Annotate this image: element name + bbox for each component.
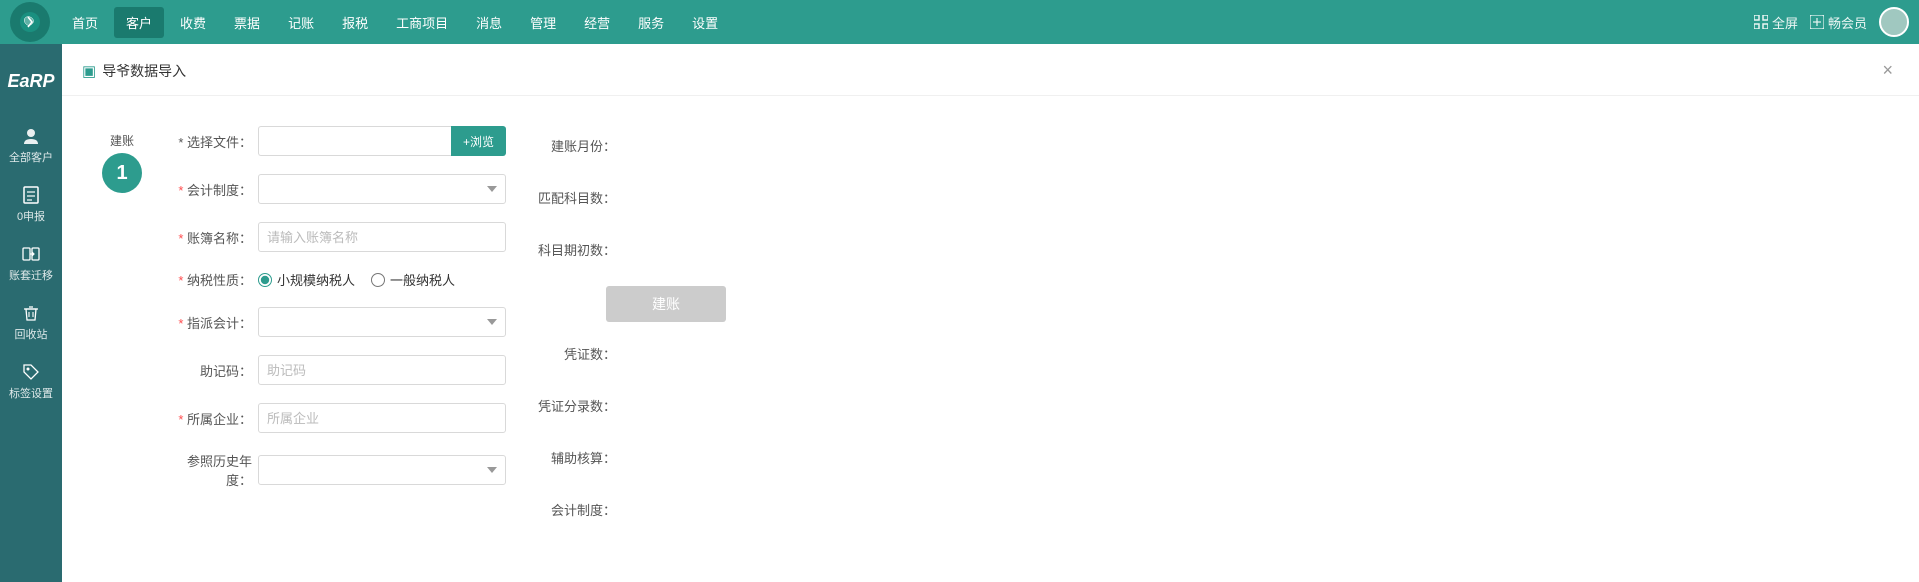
match-value bbox=[622, 182, 806, 212]
top-nav: 首页 客户 收费 票据 记账 报税 工商项目 消息 管理 经营 服务 设置 全屏… bbox=[0, 0, 1919, 44]
history-year-label: 参照历史年度： bbox=[162, 451, 252, 489]
dialog-title-text: 导爷数据导入 bbox=[102, 61, 186, 81]
sidebar: EaRP 全部客户 0申报 账套迁移 bbox=[0, 44, 62, 582]
accounting-value bbox=[622, 494, 806, 524]
member-label: 畅会员 bbox=[1828, 13, 1867, 32]
file-label: * 选择文件： bbox=[162, 132, 252, 151]
voucher-value bbox=[622, 338, 806, 368]
dialog-title-icon: ▣ bbox=[82, 62, 96, 80]
memo-input[interactable] bbox=[258, 355, 506, 385]
company-row: 所属企业： bbox=[162, 403, 506, 433]
voucher-entries-label: 凭证分录数： bbox=[526, 396, 616, 415]
memo-label: 助记码： bbox=[162, 361, 252, 380]
nav-item-message[interactable]: 消息 bbox=[464, 7, 514, 38]
accountant-row: 指派会计： bbox=[162, 307, 506, 337]
accounting-system-row: 会计制度： bbox=[162, 174, 506, 204]
sidebar-item-all-clients[interactable]: 全部客户 bbox=[0, 118, 62, 173]
tax-small-text: 小规模纳税人 bbox=[277, 270, 355, 289]
nav-item-clients[interactable]: 客户 bbox=[114, 7, 164, 38]
accountant-label: 指派会计： bbox=[162, 313, 252, 332]
sidebar-item-tag-settings[interactable]: 标签设置 bbox=[0, 354, 62, 409]
history-year-row: 参照历史年度： bbox=[162, 451, 506, 489]
initial-label: 科目期初数： bbox=[526, 240, 616, 259]
tax-general-text: 一般纳税人 bbox=[390, 270, 455, 289]
tax-small-radio[interactable] bbox=[258, 273, 272, 287]
nav-item-settings[interactable]: 设置 bbox=[680, 7, 730, 38]
file-input[interactable] bbox=[258, 126, 451, 156]
tax-small-label[interactable]: 小规模纳税人 bbox=[258, 270, 355, 289]
company-input[interactable] bbox=[258, 403, 506, 433]
match-label: 匹配科目数： bbox=[526, 188, 616, 207]
month-row: 建账月份： bbox=[526, 130, 806, 160]
aux-value bbox=[622, 442, 806, 472]
voucher-label: 凭证数： bbox=[526, 344, 616, 363]
accounting-label: 会计制度： bbox=[526, 500, 616, 519]
build-button[interactable]: 建账 bbox=[606, 286, 726, 322]
month-value bbox=[622, 130, 806, 160]
user-avatar[interactable] bbox=[1879, 7, 1909, 37]
ledger-name-label: 账簿名称： bbox=[162, 228, 252, 247]
aux-label: 辅助核算： bbox=[526, 448, 616, 467]
month-label: 建账月份： bbox=[526, 136, 616, 155]
dialog-header: ▣ 导爷数据导入 × bbox=[62, 44, 1919, 96]
memo-row: 助记码： bbox=[162, 355, 506, 385]
nav-items: 首页 客户 收费 票据 记账 报税 工商项目 消息 管理 经营 服务 设置 bbox=[60, 7, 1754, 38]
fullscreen-button[interactable]: 全屏 bbox=[1754, 13, 1798, 32]
step-label: 建账 bbox=[110, 132, 134, 149]
member-button[interactable]: 畅会员 bbox=[1810, 13, 1867, 32]
app-logo[interactable] bbox=[10, 2, 50, 42]
ledger-name-input[interactable] bbox=[258, 222, 506, 252]
accounting-system-select[interactable] bbox=[258, 174, 506, 204]
fullscreen-label: 全屏 bbox=[1772, 13, 1798, 32]
nav-item-home[interactable]: 首页 bbox=[60, 7, 110, 38]
nav-item-service[interactable]: 服务 bbox=[626, 7, 676, 38]
tax-general-label[interactable]: 一般纳税人 bbox=[371, 270, 455, 289]
nav-item-operations[interactable]: 经营 bbox=[572, 7, 622, 38]
initial-row: 科目期初数： bbox=[526, 234, 806, 264]
nav-item-tax[interactable]: 报税 bbox=[330, 7, 380, 38]
match-row: 匹配科目数： bbox=[526, 182, 806, 212]
file-input-group: +浏览 bbox=[258, 126, 506, 156]
ledger-name-row: 账簿名称： bbox=[162, 222, 506, 252]
tax-type-radio-group: 小规模纳税人 一般纳税人 bbox=[258, 270, 506, 289]
history-year-select[interactable] bbox=[258, 455, 506, 485]
tax-type-label: 纳税性质： bbox=[162, 270, 252, 289]
nav-item-bookkeeping[interactable]: 记账 bbox=[276, 7, 326, 38]
voucher-entries-row: 凭证分录数： bbox=[526, 390, 806, 420]
sidebar-item-migrate[interactable]: 账套迁移 bbox=[0, 236, 62, 291]
info-section: 建账月份： 匹配科目数： 科目期初数： 建账 凭证数： bbox=[526, 126, 806, 546]
sidebar-item-trash-label: 回收站 bbox=[15, 326, 48, 342]
file-row: * 选择文件： +浏览 bbox=[162, 126, 506, 156]
voucher-row: 凭证数： bbox=[526, 338, 806, 368]
aux-row: 辅助核算： bbox=[526, 442, 806, 472]
accounting-row: 会计制度： bbox=[526, 494, 806, 524]
nav-right: 全屏 畅会员 bbox=[1754, 7, 1909, 37]
browse-button[interactable]: +浏览 bbox=[451, 126, 506, 156]
close-button[interactable]: × bbox=[1876, 58, 1899, 83]
sidebar-item-zero-report-label: 0申报 bbox=[17, 208, 45, 224]
form-section: * 选择文件： +浏览 会计制度： bbox=[162, 126, 506, 507]
sidebar-item-zero-report[interactable]: 0申报 bbox=[0, 177, 62, 232]
initial-value bbox=[622, 234, 806, 264]
dialog-title: ▣ 导爷数据导入 bbox=[82, 61, 186, 81]
accounting-system-label: 会计制度： bbox=[162, 180, 252, 199]
accountant-select[interactable] bbox=[258, 307, 506, 337]
dialog-body: 建账 1 * 选择文件： +浏览 会计制度： bbox=[62, 96, 1919, 576]
sidebar-item-all-clients-label: 全部客户 bbox=[9, 149, 53, 165]
sidebar-item-migrate-label: 账套迁移 bbox=[9, 267, 53, 283]
tax-type-row: 纳税性质： 小规模纳税人 一般纳税人 bbox=[162, 270, 506, 289]
tax-general-radio[interactable] bbox=[371, 273, 385, 287]
nav-item-invoices[interactable]: 票据 bbox=[222, 7, 272, 38]
sidebar-item-tag-settings-label: 标签设置 bbox=[9, 385, 53, 401]
voucher-entries-value bbox=[622, 390, 806, 420]
nav-item-manage[interactable]: 管理 bbox=[518, 7, 568, 38]
main-content: ▣ 导爷数据导入 × 建账 1 * 选择文件： bbox=[62, 44, 1919, 582]
sidebar-logo: EaRP bbox=[2, 54, 60, 108]
step-circle: 1 bbox=[102, 153, 142, 193]
company-label: 所属企业： bbox=[162, 409, 252, 428]
main-layout: EaRP 全部客户 0申报 账套迁移 bbox=[0, 44, 1919, 582]
sidebar-item-trash[interactable]: 回收站 bbox=[0, 295, 62, 350]
nav-item-fees[interactable]: 收费 bbox=[168, 7, 218, 38]
nav-item-commerce[interactable]: 工商项目 bbox=[384, 7, 460, 38]
